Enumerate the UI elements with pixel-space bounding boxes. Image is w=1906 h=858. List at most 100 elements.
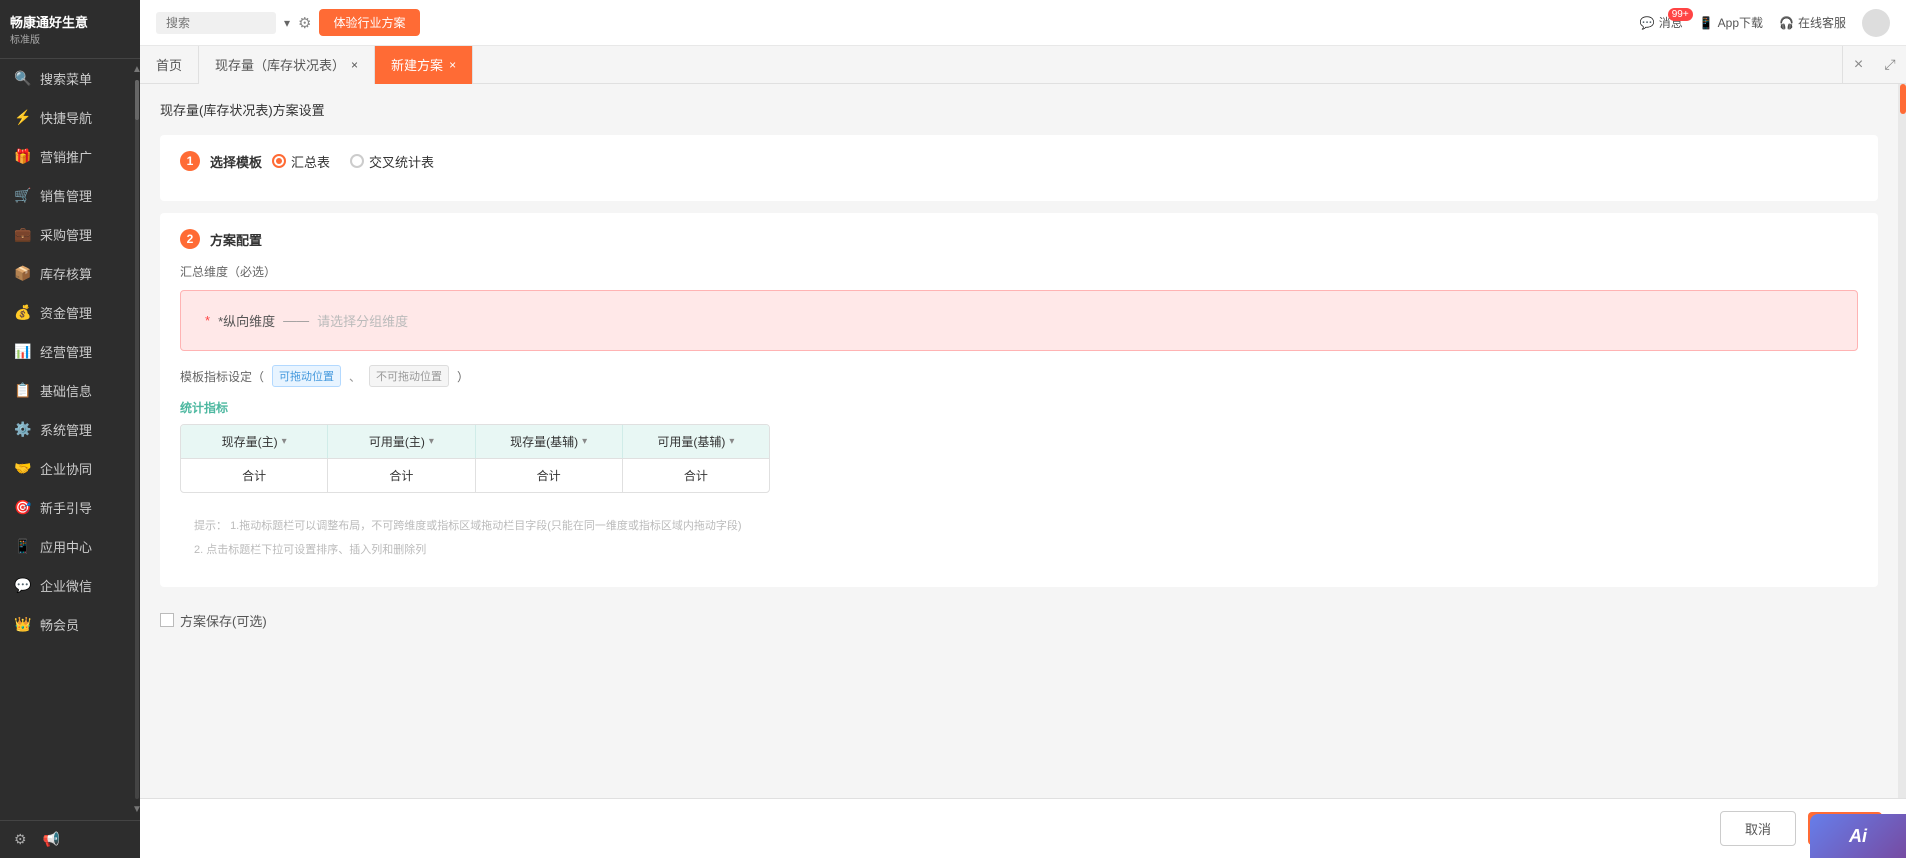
sidebar-item-purchase[interactable]: 💼 采购管理 <box>0 215 134 254</box>
user-avatar[interactable] <box>1862 9 1890 37</box>
industry-solution-button[interactable]: 体验行业方案 <box>319 9 419 36</box>
sidebar-item-inventory[interactable]: 📦 库存核算 <box>0 254 134 293</box>
headset-icon: 🎧 <box>1779 16 1794 30</box>
sidebar-item-finance[interactable]: 💰 资金管理 <box>0 293 134 332</box>
box-icon: 📦 <box>14 265 32 282</box>
tab-new-plan-label: 新建方案 <box>391 55 443 74</box>
template-radio-group: 汇总表 交叉统计表 <box>272 152 434 171</box>
dim-placeholder[interactable]: 请选择分组维度 <box>317 311 408 330</box>
online-service-button[interactable]: 🎧 在线客服 <box>1779 14 1846 31</box>
brand-name: 畅康通好生意 <box>10 12 130 31</box>
sidebar-item-quicknav[interactable]: ⚡ 快捷导航 <box>0 98 134 137</box>
tabs-right-controls: × ⤢ <box>1842 46 1906 84</box>
ai-label: Ai <box>1849 826 1867 847</box>
sidebar-item-label: 企业协同 <box>40 459 92 478</box>
tab-new-plan[interactable]: 新建方案 × <box>375 46 473 84</box>
stats-section-label: 统计指标 <box>180 399 1858 416</box>
radio-cross-circle <box>350 154 364 168</box>
sidebar-item-newguide[interactable]: 🎯 新手引导 <box>0 488 134 527</box>
settings-bottom-icon[interactable]: ⚙ <box>14 831 27 848</box>
col1-label: 可用量(主) <box>369 433 425 450</box>
step1-title: 选择模板 <box>210 152 262 171</box>
sidebar-item-basicinfo[interactable]: 📋 基础信息 <box>0 371 134 410</box>
clipboard-icon: 📋 <box>14 382 32 399</box>
sidebar-item-appcenter[interactable]: 📱 应用中心 <box>0 527 134 566</box>
tab-new-plan-close[interactable]: × <box>449 58 456 72</box>
scroll-up-arrow[interactable]: ▲ <box>132 61 140 78</box>
col1-chevron[interactable]: ▾ <box>429 436 434 447</box>
sidebar-item-label: 营销推广 <box>40 147 92 166</box>
chat-icon: 💬 <box>14 577 32 594</box>
target-icon: 🎯 <box>14 499 32 516</box>
col2-chevron[interactable]: ▾ <box>582 436 587 447</box>
content-area: 现存量(库存状况表)方案设置 1 选择模板 汇总表 交叉统计表 <box>140 84 1898 798</box>
dim-arrow: —— <box>283 313 309 328</box>
main-area: ▾ ⚙ 体验行业方案 💬 消息 99+ 📱 App下载 🎧 在线客服 首页 <box>140 0 1906 858</box>
sidebar-item-wechat[interactable]: 💬 企业微信 <box>0 566 134 605</box>
settings-icon[interactable]: ⚙ <box>298 14 311 32</box>
message-button[interactable]: 💬 消息 99+ <box>1640 14 1683 31</box>
content-scroll-thumb <box>1900 84 1906 114</box>
indicator-label-text: 模板指标设定（ <box>180 368 264 385</box>
panel-expand-button[interactable]: ⤢ <box>1874 46 1906 84</box>
sidebar-item-sales[interactable]: 🛒 销售管理 <box>0 176 134 215</box>
step2-header: 2 方案配置 <box>180 229 1858 249</box>
tip2: 2. 点击标题栏下拉可设置排序、插入列和删除列 <box>194 541 1844 561</box>
tab-inventory[interactable]: 现存量（库存状况表） × <box>199 46 375 84</box>
bag-icon: 💼 <box>14 226 32 243</box>
speaker-bottom-icon[interactable]: 📢 <box>43 831 60 848</box>
col3-chevron[interactable]: ▾ <box>729 436 734 447</box>
sidebar-bottom: ⚙ 📢 <box>0 820 140 858</box>
scroll-down-arrow[interactable]: ▼ <box>132 801 140 818</box>
indicator-end: ） <box>457 368 469 385</box>
radio-summary-label: 汇总表 <box>291 152 330 171</box>
col0-chevron[interactable]: ▾ <box>282 436 287 447</box>
header-cell-3[interactable]: 可用量(基辅) ▾ <box>623 425 769 458</box>
crown-icon: 👑 <box>14 616 32 633</box>
expand-icon: ⤢ <box>1884 56 1895 73</box>
sidebar-item-management[interactable]: 📊 经营管理 <box>0 332 134 371</box>
header-cell-1[interactable]: 可用量(主) ▾ <box>328 425 475 458</box>
phone-icon: 📱 <box>1699 16 1714 30</box>
ai-float-button[interactable]: Ai <box>1810 814 1906 858</box>
sidebar-item-label: 畅会员 <box>40 615 79 634</box>
save-option: 方案保存(可选) <box>160 601 1878 640</box>
radio-summary[interactable]: 汇总表 <box>272 152 330 171</box>
tab-home[interactable]: 首页 <box>140 46 199 84</box>
sidebar-item-label: 销售管理 <box>40 186 92 205</box>
sidebar-item-search[interactable]: 🔍 搜索菜单 <box>0 59 134 98</box>
tabs-bar: 首页 现存量（库存状况表） × 新建方案 × × ⤢ <box>140 46 1906 84</box>
topbar-right: 💬 消息 99+ 📱 App下载 🎧 在线客服 <box>1640 9 1890 37</box>
gift-icon: 🎁 <box>14 148 32 165</box>
sidebar-item-marketing[interactable]: 🎁 营销推广 <box>0 137 134 176</box>
sidebar: 畅康通好生意 标准版 🔍 搜索菜单 ⚡ 快捷导航 🎁 营销推广 🛒 销售管理 💼 <box>0 0 140 858</box>
app-download-button[interactable]: 📱 App下载 <box>1699 14 1763 31</box>
radio-summary-circle <box>272 154 286 168</box>
message-icon: 💬 <box>1640 16 1655 30</box>
sidebar-item-label: 搜索菜单 <box>40 69 92 88</box>
tab-inventory-close[interactable]: × <box>351 58 358 72</box>
sidebar-item-vip[interactable]: 👑 畅会员 <box>0 605 134 644</box>
panel-close-button[interactable]: × <box>1842 46 1874 84</box>
sidebar-item-label: 资金管理 <box>40 303 92 322</box>
save-checkbox[interactable] <box>160 613 174 627</box>
chart-icon: 📊 <box>14 343 32 360</box>
page-title: 现存量(库存状况表)方案设置 <box>160 100 1878 119</box>
vertical-dim-label: *纵向维度 <box>218 311 275 330</box>
body-cell-2: 合计 <box>476 459 623 492</box>
cancel-button[interactable]: 取消 <box>1720 811 1796 846</box>
app-download-label: App下载 <box>1718 14 1763 31</box>
radio-cross[interactable]: 交叉统计表 <box>350 152 434 171</box>
dropdown-arrow[interactable]: ▾ <box>284 16 290 30</box>
sidebar-item-label: 采购管理 <box>40 225 92 244</box>
header-cell-0[interactable]: 现存量(主) ▾ <box>181 425 328 458</box>
sidebar-item-label: 经营管理 <box>40 342 92 361</box>
content-scrollbar[interactable] <box>1898 84 1906 798</box>
sidebar-item-label: 库存核算 <box>40 264 92 283</box>
sidebar-item-system[interactable]: ⚙️ 系统管理 <box>0 410 134 449</box>
tag-unmovable: 不可拖动位置 <box>369 365 449 387</box>
sidebar-item-cooperation[interactable]: 🤝 企业协同 <box>0 449 134 488</box>
search-input[interactable] <box>156 12 276 34</box>
header-cell-2[interactable]: 现存量(基辅) ▾ <box>476 425 623 458</box>
tips-area: 提示： 1.拖动标题栏可以调整布局，不可跨维度或指标区域拖动栏目字段(只能在同一… <box>180 507 1858 571</box>
